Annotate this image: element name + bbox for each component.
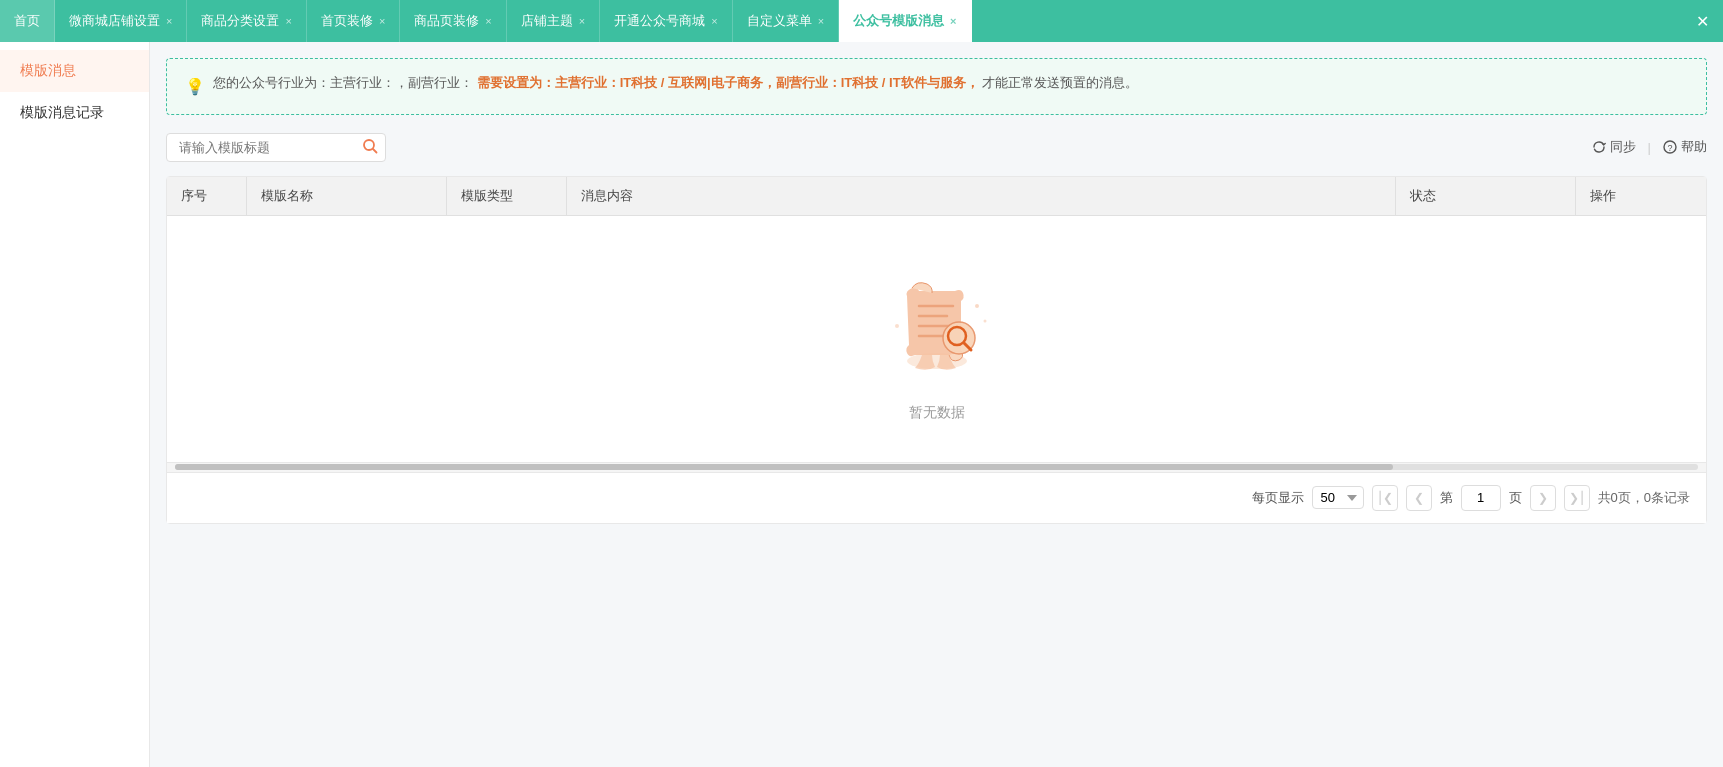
search-button[interactable]: [362, 138, 378, 157]
th-seq: 序号: [167, 177, 247, 215]
nav-tab-custommenu[interactable]: 自定义菜单 ×: [733, 0, 839, 42]
notice-text-suffix: 才能正常发送预置的消息。: [982, 75, 1138, 90]
th-type: 模版类型: [447, 177, 567, 215]
svg-text:?: ?: [1667, 143, 1672, 153]
empty-illustration: [877, 266, 997, 386]
close-shop-settings[interactable]: ×: [166, 15, 172, 27]
scrollbar-area: [167, 462, 1706, 472]
per-page-label: 每页显示: [1252, 489, 1304, 507]
sidebar-item-template-msg[interactable]: 模版消息: [0, 50, 149, 92]
close-all-button[interactable]: ✕: [1682, 12, 1723, 31]
th-status: 状态: [1396, 177, 1576, 215]
help-button[interactable]: ? 帮助: [1663, 138, 1707, 156]
nav-tab-theme[interactable]: 店铺主题 ×: [507, 0, 600, 42]
close-custommenu[interactable]: ×: [818, 15, 824, 27]
scrollbar-thumb[interactable]: [175, 464, 1393, 470]
scrollbar-track[interactable]: [175, 464, 1698, 470]
data-table: 序号 模版名称 模版类型 消息内容 状态 操作: [166, 176, 1707, 524]
th-content: 消息内容: [567, 177, 1396, 215]
nav-tab-homepage[interactable]: 首页装修 ×: [307, 0, 400, 42]
table-header: 序号 模版名称 模版类型 消息内容 状态 操作: [167, 177, 1706, 216]
nav-tab-mall[interactable]: 开通公众号商城 ×: [600, 0, 732, 42]
last-page-button[interactable]: ❯⎮: [1564, 485, 1590, 511]
nav-tab-product[interactable]: 商品页装修 ×: [400, 0, 506, 42]
close-mall[interactable]: ×: [711, 15, 717, 27]
nav-tab-template[interactable]: 公众号模版消息 ×: [839, 0, 971, 42]
svg-point-14: [895, 324, 899, 328]
close-homepage[interactable]: ×: [379, 15, 385, 27]
empty-text: 暂无数据: [909, 404, 965, 422]
help-icon: ?: [1663, 140, 1677, 154]
empty-state: 暂无数据: [167, 216, 1706, 462]
nav-tab-shop-settings[interactable]: 微商城店铺设置 ×: [55, 0, 187, 42]
total-info: 共0页，0条记录: [1598, 489, 1690, 507]
svg-point-12: [975, 304, 979, 308]
actions-divider: |: [1648, 140, 1651, 155]
th-ops: 操作: [1576, 177, 1706, 215]
sync-button[interactable]: 同步: [1592, 138, 1636, 156]
search-bar: 同步 | ? 帮助: [166, 133, 1707, 162]
nav-tab-category[interactable]: 商品分类设置 ×: [187, 0, 306, 42]
close-template[interactable]: ×: [950, 15, 956, 27]
page-label: 页: [1509, 489, 1522, 507]
notice-box: 💡 您的公众号行业为：主营行业：，副营行业： 需要设置为：主营行业：IT科技 /…: [166, 58, 1707, 115]
search-icon: [362, 138, 378, 154]
nav-tab-home[interactable]: 首页: [0, 0, 55, 42]
close-product[interactable]: ×: [485, 15, 491, 27]
next-page-button[interactable]: ❯: [1530, 485, 1556, 511]
notice-icon: 💡: [185, 74, 205, 100]
main-layout: 模版消息 模版消息记录 💡 您的公众号行业为：主营行业：，副营行业： 需要设置为…: [0, 42, 1723, 767]
search-actions: 同步 | ? 帮助: [1592, 138, 1707, 156]
svg-line-1: [373, 149, 377, 153]
page-size-select: 50 10 20 100: [1312, 486, 1364, 509]
pagination: 每页显示 50 10 20 100 ⎮❮ ❮ 第 页 ❯ ❯⎮ 共0页，0条记录: [167, 472, 1706, 523]
page-prefix: 第: [1440, 489, 1453, 507]
notice-text-prefix: 您的公众号行业为：主营行业：，副营行业：: [213, 75, 473, 90]
svg-point-13: [983, 319, 986, 322]
page-size-dropdown[interactable]: 50 10 20 100: [1312, 486, 1364, 509]
top-nav: 首页 微商城店铺设置 × 商品分类设置 × 首页装修 × 商品页装修 × 店铺主…: [0, 0, 1723, 42]
content-area: 💡 您的公众号行业为：主营行业：，副营行业： 需要设置为：主营行业：IT科技 /…: [150, 42, 1723, 767]
prev-page-button[interactable]: ❮: [1406, 485, 1432, 511]
search-input[interactable]: [166, 133, 386, 162]
search-input-wrap: [166, 133, 386, 162]
close-theme[interactable]: ×: [579, 15, 585, 27]
th-name: 模版名称: [247, 177, 447, 215]
page-number-input[interactable]: [1461, 485, 1501, 511]
first-page-button[interactable]: ⎮❮: [1372, 485, 1398, 511]
sidebar: 模版消息 模版消息记录: [0, 42, 150, 767]
sync-icon: [1592, 140, 1606, 154]
notice-text-bold: 需要设置为：主营行业：IT科技 / 互联网|电子商务，副营行业：IT科技 / I…: [477, 75, 979, 90]
close-category[interactable]: ×: [285, 15, 291, 27]
sidebar-item-template-log[interactable]: 模版消息记录: [0, 92, 149, 134]
